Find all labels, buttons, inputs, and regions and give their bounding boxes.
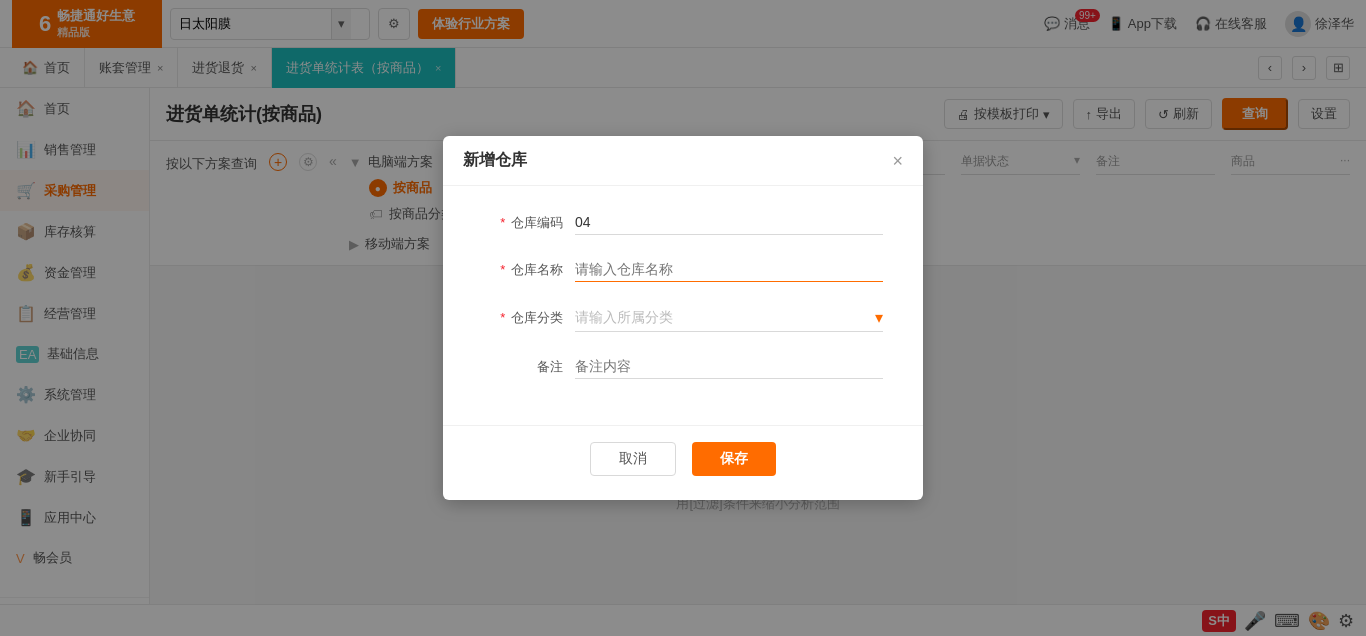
form-row-code: * 仓库编码 [483, 210, 883, 235]
code-label: * 仓库编码 [483, 214, 563, 232]
remark-input[interactable] [575, 354, 883, 379]
remark-label: 备注 [483, 358, 563, 376]
dialog-close-button[interactable]: × [892, 152, 903, 170]
category-placeholder: 请输入所属分类 [575, 309, 673, 327]
form-row-name: * 仓库名称 [483, 257, 883, 282]
add-warehouse-dialog: 新增仓库 × * 仓库编码 * 仓库名称 [443, 136, 923, 500]
dialog-title: 新增仓库 [463, 150, 527, 171]
category-dropdown-icon: ▾ [875, 308, 883, 327]
dialog-body: * 仓库编码 * 仓库名称 * 仓库分类 请输入所属 [443, 186, 923, 425]
dialog-footer: 取消 保存 [443, 425, 923, 500]
code-input[interactable] [575, 210, 883, 235]
cancel-button[interactable]: 取消 [590, 442, 676, 476]
save-button[interactable]: 保存 [692, 442, 776, 476]
dialog-header: 新增仓库 × [443, 136, 923, 186]
name-input[interactable] [575, 257, 883, 282]
modal-overlay: 新增仓库 × * 仓库编码 * 仓库名称 [0, 0, 1366, 636]
category-select[interactable]: 请输入所属分类 ▾ [575, 304, 883, 332]
category-label: * 仓库分类 [483, 309, 563, 327]
name-label: * 仓库名称 [483, 261, 563, 279]
form-row-remark: 备注 [483, 354, 883, 379]
form-row-category: * 仓库分类 请输入所属分类 ▾ [483, 304, 883, 332]
